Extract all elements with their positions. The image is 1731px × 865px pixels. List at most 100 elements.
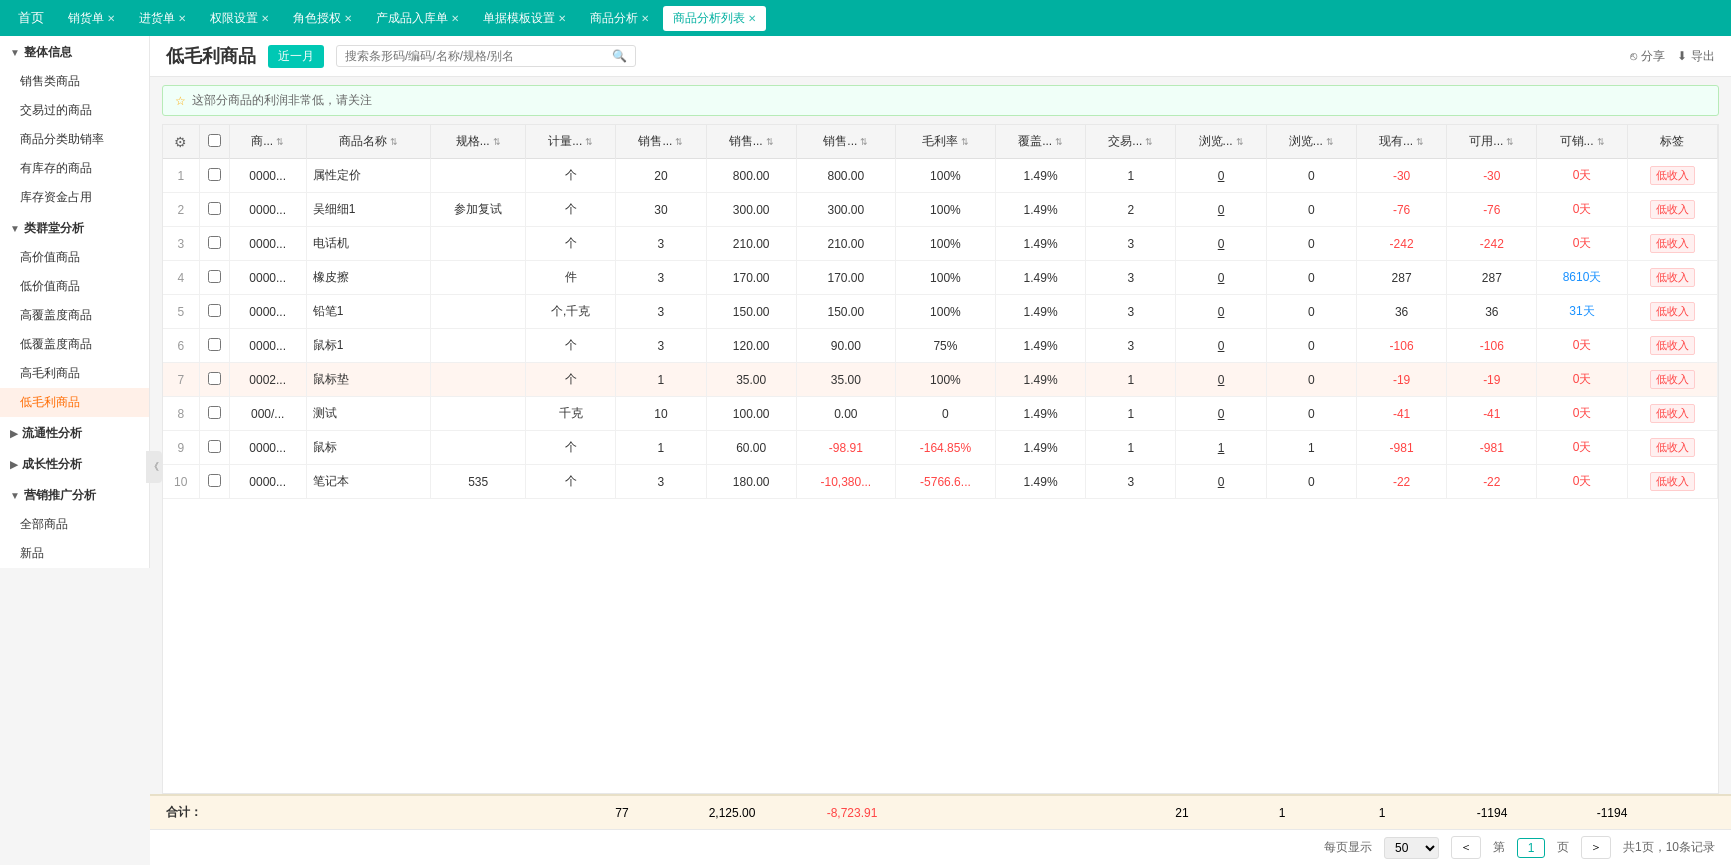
col-sellable[interactable]: 可销...⇅ [1537, 125, 1627, 159]
nav-product-entry[interactable]: 产成品入库单✕ [366, 6, 469, 31]
nav-close-goods[interactable]: ✕ [641, 13, 649, 24]
sidebar-group-cluster[interactable]: ▼ 类群堂分析 [0, 212, 149, 243]
col-spec[interactable]: 规格...⇅ [431, 125, 526, 159]
sidebar-group-flow[interactable]: ▶ 流通性分析 [0, 417, 149, 448]
col-checkbox-all[interactable] [199, 125, 229, 159]
sidebar-item-high-coverage[interactable]: 高覆盖度商品 [0, 301, 149, 330]
row-select-checkbox[interactable] [208, 406, 221, 419]
export-button[interactable]: ⬇ 导出 [1677, 48, 1715, 65]
row-checkbox[interactable] [199, 363, 229, 397]
col-coverage[interactable]: 覆盖...⇅ [996, 125, 1086, 159]
row-name[interactable]: 橡皮擦 [306, 261, 430, 295]
row-select-checkbox[interactable] [208, 474, 221, 487]
row-name[interactable]: 鼠标 [306, 431, 430, 465]
row-checkbox[interactable] [199, 227, 229, 261]
sidebar-item-all-goods[interactable]: 全部商品 [0, 510, 149, 539]
search-input[interactable] [345, 49, 612, 63]
data-table-container[interactable]: ⚙ 商...⇅ 商品名称⇅ 规格...⇅ 计量...⇅ 销售...⇅ 销售...… [162, 124, 1719, 794]
row-checkbox[interactable] [199, 159, 229, 193]
nav-close-template[interactable]: ✕ [558, 13, 566, 24]
page-size-select[interactable]: 50 100 200 [1384, 837, 1439, 859]
row-select-checkbox[interactable] [208, 168, 221, 181]
col-sales-profit[interactable]: 销售...⇅ [796, 125, 895, 159]
nav-close-permissions[interactable]: ✕ [261, 13, 269, 24]
nav-close-sales[interactable]: ✕ [107, 13, 115, 24]
col-view2[interactable]: 浏览...⇅ [1266, 125, 1356, 159]
nav-template[interactable]: 单据模板设置✕ [473, 6, 576, 31]
sidebar-item-high-value[interactable]: 高价值商品 [0, 243, 149, 272]
search-icon[interactable]: 🔍 [612, 49, 627, 63]
row-name[interactable]: 测试 [306, 397, 430, 431]
share-button[interactable]: ⎋ 分享 [1630, 48, 1665, 65]
sidebar-group-growth[interactable]: ▶ 成长性分析 [0, 448, 149, 479]
col-sales-price[interactable]: 销售...⇅ [706, 125, 796, 159]
row-select-checkbox[interactable] [208, 372, 221, 385]
sidebar-item-low-coverage[interactable]: 低覆盖度商品 [0, 330, 149, 359]
nav-close-list[interactable]: ✕ [748, 13, 756, 24]
row-checkbox[interactable] [199, 329, 229, 363]
col-name[interactable]: 商品名称⇅ [306, 125, 430, 159]
sidebar-item-category-rate[interactable]: 商品分类助销率 [0, 125, 149, 154]
row-view1[interactable]: 0 [1176, 295, 1266, 329]
col-unit[interactable]: 计量...⇅ [526, 125, 616, 159]
row-name[interactable]: 电话机 [306, 227, 430, 261]
row-view1[interactable]: 0 [1176, 227, 1266, 261]
sidebar-item-low-value[interactable]: 低价值商品 [0, 272, 149, 301]
row-name[interactable]: 吴细细1 [306, 193, 430, 227]
row-select-checkbox[interactable] [208, 440, 221, 453]
col-available[interactable]: 可用...⇅ [1447, 125, 1537, 159]
nav-close-purchase[interactable]: ✕ [178, 13, 186, 24]
prev-page-button[interactable]: ＜ [1451, 836, 1481, 859]
nav-goods-analysis[interactable]: 商品分析✕ [580, 6, 659, 31]
row-view1[interactable]: 0 [1176, 465, 1266, 499]
row-checkbox[interactable] [199, 465, 229, 499]
row-checkbox[interactable] [199, 295, 229, 329]
sidebar-item-traded-goods[interactable]: 交易过的商品 [0, 96, 149, 125]
row-select-checkbox[interactable] [208, 202, 221, 215]
nav-sales[interactable]: 销货单✕ [58, 6, 125, 31]
nav-home[interactable]: 首页 [8, 5, 54, 31]
row-view1[interactable]: 0 [1176, 159, 1266, 193]
row-select-checkbox[interactable] [208, 236, 221, 249]
row-name[interactable]: 鼠标垫 [306, 363, 430, 397]
sidebar-item-sales-goods[interactable]: 销售类商品 [0, 67, 149, 96]
nav-role-auth[interactable]: 角色授权✕ [283, 6, 362, 31]
next-page-button[interactable]: ＞ [1581, 836, 1611, 859]
nav-purchase[interactable]: 进货单✕ [129, 6, 196, 31]
row-select-checkbox[interactable] [208, 270, 221, 283]
row-name[interactable]: 鼠标1 [306, 329, 430, 363]
col-gross-rate[interactable]: 毛利率⇅ [895, 125, 995, 159]
row-name[interactable]: 属性定价 [306, 159, 430, 193]
col-trade[interactable]: 交易...⇅ [1086, 125, 1176, 159]
col-gear[interactable]: ⚙ [163, 125, 199, 159]
row-checkbox[interactable] [199, 431, 229, 465]
col-current[interactable]: 现有...⇅ [1356, 125, 1446, 159]
sidebar-item-stock-capital[interactable]: 库存资金占用 [0, 183, 149, 212]
row-view1[interactable]: 0 [1176, 363, 1266, 397]
sidebar-group-marketing[interactable]: ▼ 营销推广分析 [0, 479, 149, 510]
col-sales-qty[interactable]: 销售...⇅ [616, 125, 706, 159]
row-checkbox[interactable] [199, 193, 229, 227]
row-view1[interactable]: 0 [1176, 261, 1266, 295]
nav-close-role[interactable]: ✕ [344, 13, 352, 24]
row-checkbox[interactable] [199, 397, 229, 431]
row-view1[interactable]: 0 [1176, 397, 1266, 431]
row-name[interactable]: 笔记本 [306, 465, 430, 499]
sidebar-collapse-button[interactable]: 《 [146, 451, 162, 483]
row-view1[interactable]: 0 [1176, 329, 1266, 363]
row-view1[interactable]: 1 [1176, 431, 1266, 465]
row-view1[interactable]: 0 [1176, 193, 1266, 227]
col-view1[interactable]: 浏览...⇅ [1176, 125, 1266, 159]
col-code[interactable]: 商...⇅ [229, 125, 306, 159]
sidebar-group-overall[interactable]: ▼ 整体信息 [0, 36, 149, 67]
nav-permissions[interactable]: 权限设置✕ [200, 6, 279, 31]
row-checkbox[interactable] [199, 261, 229, 295]
sidebar-item-high-margin[interactable]: 高毛利商品 [0, 359, 149, 388]
select-all-checkbox[interactable] [208, 134, 221, 147]
filter-period-button[interactable]: 近一月 [268, 45, 324, 68]
row-select-checkbox[interactable] [208, 338, 221, 351]
gear-icon[interactable]: ⚙ [174, 134, 187, 150]
nav-close-product[interactable]: ✕ [451, 13, 459, 24]
row-select-checkbox[interactable] [208, 304, 221, 317]
sidebar-item-stock-goods[interactable]: 有库存的商品 [0, 154, 149, 183]
